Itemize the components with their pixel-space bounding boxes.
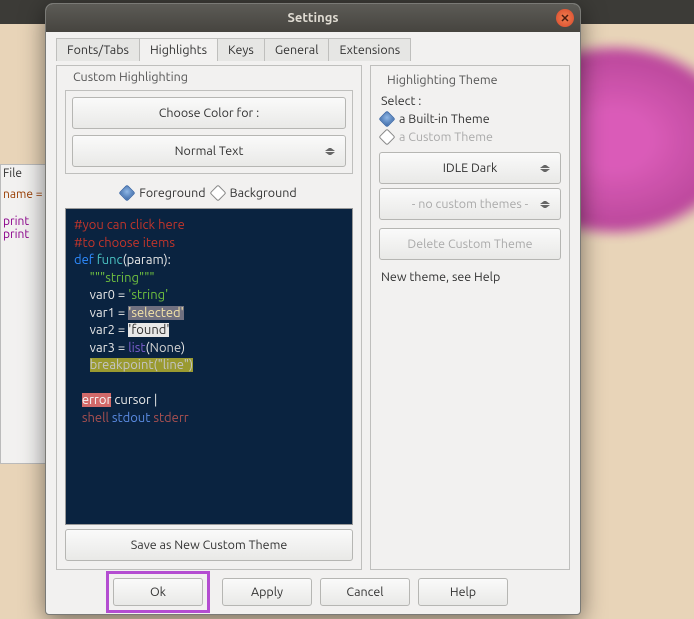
- dropdown-icon: [540, 165, 550, 171]
- tab-keys[interactable]: Keys: [217, 38, 265, 61]
- close-icon: ✕: [560, 12, 569, 25]
- fg-bg-radio-row: Foreground Background: [65, 186, 353, 200]
- tab-highlights[interactable]: Highlights: [139, 38, 218, 61]
- background-editor-window: File name = print print: [0, 164, 48, 464]
- foreground-radio[interactable]: [119, 185, 136, 202]
- save-custom-theme-button[interactable]: Save as New Custom Theme: [65, 529, 353, 561]
- close-button[interactable]: ✕: [556, 9, 574, 27]
- builtin-theme-radio-row: a Built-in Theme: [381, 112, 559, 126]
- select-label: Select :: [381, 94, 559, 108]
- ok-button[interactable]: Ok: [113, 578, 203, 606]
- window-title: Settings: [287, 11, 338, 25]
- help-button[interactable]: Help: [418, 578, 508, 606]
- builtin-theme-label: a Built-in Theme: [399, 112, 490, 126]
- choose-color-button[interactable]: Choose Color for :: [72, 97, 346, 129]
- ok-highlight-annotation: Ok: [106, 571, 210, 613]
- custom-theme-radio[interactable]: [379, 129, 396, 146]
- new-theme-message: New theme, see Help: [381, 270, 559, 284]
- choose-color-box: Choose Color for : Normal Text: [65, 90, 353, 174]
- tab-extensions[interactable]: Extensions: [328, 38, 411, 61]
- titlebar: Settings ✕: [46, 4, 580, 32]
- background-label: Background: [230, 186, 297, 200]
- custom-highlighting-fieldset: Custom Highlighting Choose Color for : N…: [56, 65, 362, 570]
- delete-custom-theme-button: Delete Custom Theme: [379, 228, 561, 260]
- dialog-action-row: Ok Apply Cancel Help: [56, 578, 570, 606]
- tab-general[interactable]: General: [264, 38, 330, 61]
- custom-theme-dropdown: - no custom themes -: [379, 188, 561, 220]
- dropdown-icon: [540, 201, 550, 207]
- highlighting-theme-fieldset: Highlighting Theme Select : a Built-in T…: [370, 65, 570, 570]
- file-menu-bg: File: [3, 167, 22, 180]
- element-dropdown[interactable]: Normal Text: [72, 135, 346, 167]
- tabs-row: Fonts/Tabs Highlights Keys General Exten…: [56, 38, 570, 61]
- foreground-label: Foreground: [139, 186, 205, 200]
- cancel-button[interactable]: Cancel: [320, 578, 410, 606]
- code-preview[interactable]: #you can click here #to choose items def…: [65, 208, 353, 525]
- settings-dialog: Settings ✕ Fonts/Tabs Highlights Keys Ge…: [45, 3, 581, 615]
- custom-theme-radio-row: a Custom Theme: [381, 130, 559, 144]
- builtin-theme-radio[interactable]: [379, 111, 396, 128]
- background-radio[interactable]: [209, 185, 226, 202]
- tab-fonts[interactable]: Fonts/Tabs: [56, 38, 140, 61]
- custom-highlighting-legend: Custom Highlighting: [69, 70, 353, 84]
- dropdown-icon: [325, 148, 335, 154]
- apply-button[interactable]: Apply: [222, 578, 312, 606]
- highlighting-theme-legend: Highlighting Theme: [383, 73, 502, 87]
- builtin-theme-dropdown[interactable]: IDLE Dark: [379, 152, 561, 184]
- custom-theme-label: a Custom Theme: [399, 130, 493, 144]
